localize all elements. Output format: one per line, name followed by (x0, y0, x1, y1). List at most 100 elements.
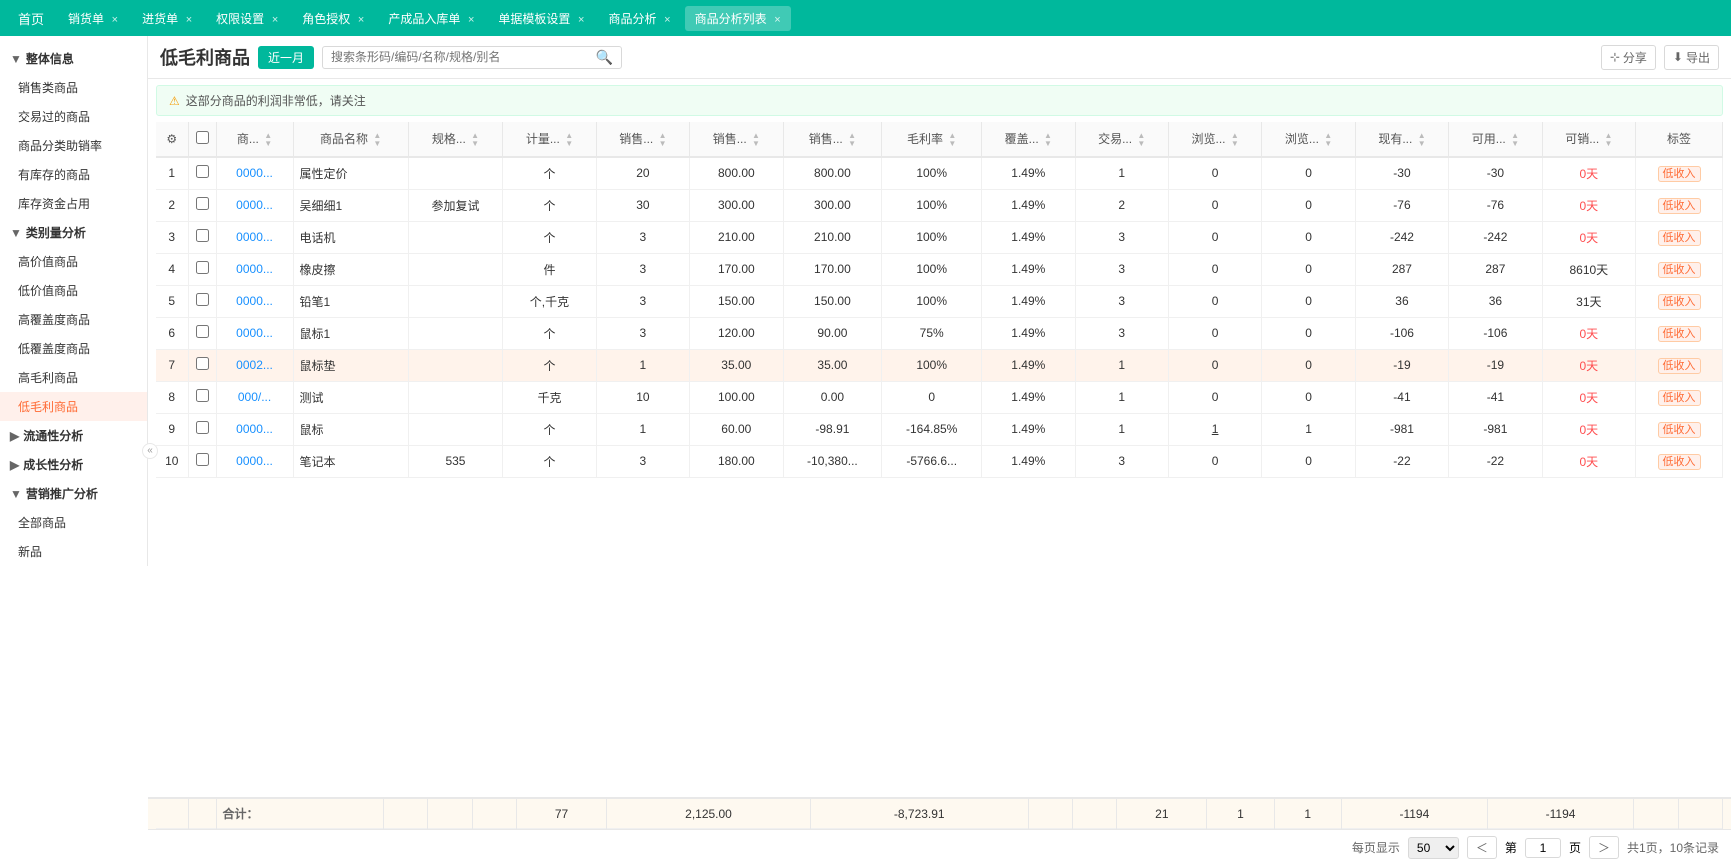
nav-analysis-list[interactable]: 商品分析列表 × (685, 6, 791, 31)
sidebar-item-stock-capital[interactable]: 库存资金占用 (0, 189, 147, 218)
col-trade[interactable]: 交易... ▲▼ (1075, 122, 1168, 157)
row-sale-amount: -10,380... (783, 445, 882, 477)
nav-sales-close[interactable]: × (112, 14, 118, 26)
sidebar-item-low-value[interactable]: 低价值商品 (0, 276, 147, 305)
sidebar-group-category[interactable]: ▼ 类别量分析 (0, 218, 147, 247)
nav-template[interactable]: 单据模板设置 × (488, 6, 594, 31)
sidebar-item-high-coverage[interactable]: 高覆盖度商品 (0, 305, 147, 334)
row-unit: 个 (503, 189, 596, 221)
col-setting[interactable]: ⚙ (156, 122, 188, 157)
row-checkbox-cell (188, 253, 216, 285)
sidebar-group-growth[interactable]: ▶ 成长性分析 (0, 450, 147, 479)
row-checkbox[interactable] (196, 293, 209, 306)
table-row: 10 0000... 笔记本 535 个 3 180.00 -10,380...… (156, 445, 1723, 477)
row-checkbox[interactable] (196, 229, 209, 242)
prev-page-button[interactable]: ＜ (1467, 836, 1497, 859)
nav-purchase[interactable]: 进货单 × (132, 6, 202, 31)
row-checkbox[interactable] (196, 389, 209, 402)
col-tag[interactable]: 标签 (1636, 122, 1723, 157)
row-gross-rate: 100% (882, 253, 982, 285)
totals-unit (472, 799, 516, 829)
col-name[interactable]: 商品名称 ▲▼ (293, 122, 408, 157)
tag-badge: 低收入 (1658, 230, 1701, 246)
sidebar-collapse-btn[interactable]: « (142, 443, 158, 459)
nav-analysis-list-close[interactable]: × (774, 14, 780, 26)
col-sale-amount[interactable]: 销售... ▲▼ (783, 122, 882, 157)
export-icon: ⬇ (1673, 50, 1683, 64)
table-row: 6 0000... 鼠标1 个 3 120.00 90.00 75% 1.49%… (156, 317, 1723, 349)
select-all-checkbox[interactable] (196, 131, 209, 144)
sort-current: ▲▼ (1418, 132, 1426, 148)
next-page-button[interactable]: ＞ (1589, 836, 1619, 859)
sidebar-group-flow[interactable]: ▶ 流通性分析 (0, 421, 147, 450)
sidebar-item-high-value[interactable]: 高价值商品 (0, 247, 147, 276)
row-gross-rate: 100% (882, 285, 982, 317)
sidebar-item-sales-goods[interactable]: 销售类商品 (0, 73, 147, 102)
col-available[interactable]: 可用... ▲▼ (1449, 122, 1542, 157)
col-view1[interactable]: 浏览... ▲▼ (1168, 122, 1261, 157)
nav-purchase-close[interactable]: × (186, 14, 192, 26)
export-button[interactable]: ⬇ 导出 (1664, 45, 1719, 70)
row-checkbox[interactable] (196, 421, 209, 434)
nav-role[interactable]: 角色授权 × (292, 6, 374, 31)
nav-sales[interactable]: 销货单 × (58, 6, 128, 31)
col-spec[interactable]: 规格... ▲▼ (408, 122, 503, 157)
totals-available: -1194 (1487, 799, 1633, 829)
sidebar-group-marketing[interactable]: ▼ 营销推广分析 (0, 479, 147, 508)
row-checkbox-cell (188, 157, 216, 190)
row-checkbox[interactable] (196, 325, 209, 338)
sidebar-item-traded-goods[interactable]: 交易过的商品 (0, 102, 147, 131)
row-spec (408, 381, 503, 413)
row-checkbox[interactable] (196, 165, 209, 178)
per-page-select[interactable]: 50 100 200 (1408, 837, 1459, 859)
totals-trade: 21 (1117, 799, 1207, 829)
nav-template-close[interactable]: × (578, 14, 584, 26)
nav-permission-close[interactable]: × (272, 14, 278, 26)
sidebar-item-high-profit[interactable]: 高毛利商品 (0, 363, 147, 392)
nav-role-close[interactable]: × (358, 14, 364, 26)
row-checkbox[interactable] (196, 453, 209, 466)
row-checkbox[interactable] (196, 261, 209, 274)
sidebar-item-stock-goods[interactable]: 有库存的商品 (0, 160, 147, 189)
sidebar-item-low-coverage[interactable]: 低覆盖度商品 (0, 334, 147, 363)
sidebar-group-general[interactable]: ▼ 整体信息 (0, 44, 147, 73)
table-row: 8 000/... 测试 千克 10 100.00 0.00 0 1.49% 1… (156, 381, 1723, 413)
col-checkbox-header[interactable] (188, 122, 216, 157)
col-saleable[interactable]: 可销... ▲▼ (1542, 122, 1635, 157)
tag-badge: 低收入 (1658, 326, 1701, 342)
search-input[interactable] (331, 50, 596, 64)
nav-analysis-close[interactable]: × (664, 14, 670, 26)
nav-home[interactable]: 首页 (8, 5, 54, 32)
row-checkbox[interactable] (196, 197, 209, 210)
share-button[interactable]: ⊹ 分享 (1601, 45, 1656, 70)
sidebar-item-all-goods[interactable]: 全部商品 (0, 508, 147, 537)
col-current[interactable]: 现有... ▲▼ (1355, 122, 1448, 157)
col-unit[interactable]: 计量... ▲▼ (503, 122, 596, 157)
period-button[interactable]: 近一月 (258, 46, 314, 69)
col-sale-qty[interactable]: 销售... ▲▼ (596, 122, 689, 157)
nav-analysis[interactable]: 商品分析 × (598, 6, 680, 31)
row-unit: 个 (503, 317, 596, 349)
col-coverage[interactable]: 覆盖... ▲▼ (982, 122, 1075, 157)
col-gross-rate[interactable]: 毛利率 ▲▼ (882, 122, 982, 157)
content-area: 低毛利商品 近一月 🔍 ⊹ 分享 ⬇ 导出 ⚠ 这部分商品的利润非常低，请关注 (148, 36, 1731, 865)
col-view2[interactable]: 浏览... ▲▼ (1262, 122, 1355, 157)
row-tag: 低收入 (1636, 349, 1723, 381)
nav-production[interactable]: 产成品入库单 × (378, 6, 484, 31)
col-code[interactable]: 商... ▲▼ (216, 122, 293, 157)
sidebar-item-category-rate[interactable]: 商品分类助销率 (0, 131, 147, 160)
row-view1: 0 (1168, 445, 1261, 477)
table-row: 5 0000... 铅笔1 个,千克 3 150.00 150.00 100% … (156, 285, 1723, 317)
page-input[interactable] (1525, 838, 1561, 858)
row-checkbox[interactable] (196, 357, 209, 370)
sidebar-arrow-category: ▼ (10, 226, 22, 240)
table-row: 7 0002... 鼠标垫 个 1 35.00 35.00 100% 1.49%… (156, 349, 1723, 381)
search-icon[interactable]: 🔍 (596, 49, 613, 66)
view1-link[interactable]: 1 (1212, 422, 1219, 436)
col-sale-price[interactable]: 销售... ▲▼ (690, 122, 783, 157)
nav-production-close[interactable]: × (468, 14, 474, 26)
sidebar-item-new-goods[interactable]: 新品 (0, 537, 147, 566)
sidebar-item-low-profit[interactable]: 低毛利商品 (0, 392, 147, 421)
nav-permission[interactable]: 权限设置 × (206, 6, 288, 31)
row-saleable: 0天 (1542, 157, 1635, 190)
